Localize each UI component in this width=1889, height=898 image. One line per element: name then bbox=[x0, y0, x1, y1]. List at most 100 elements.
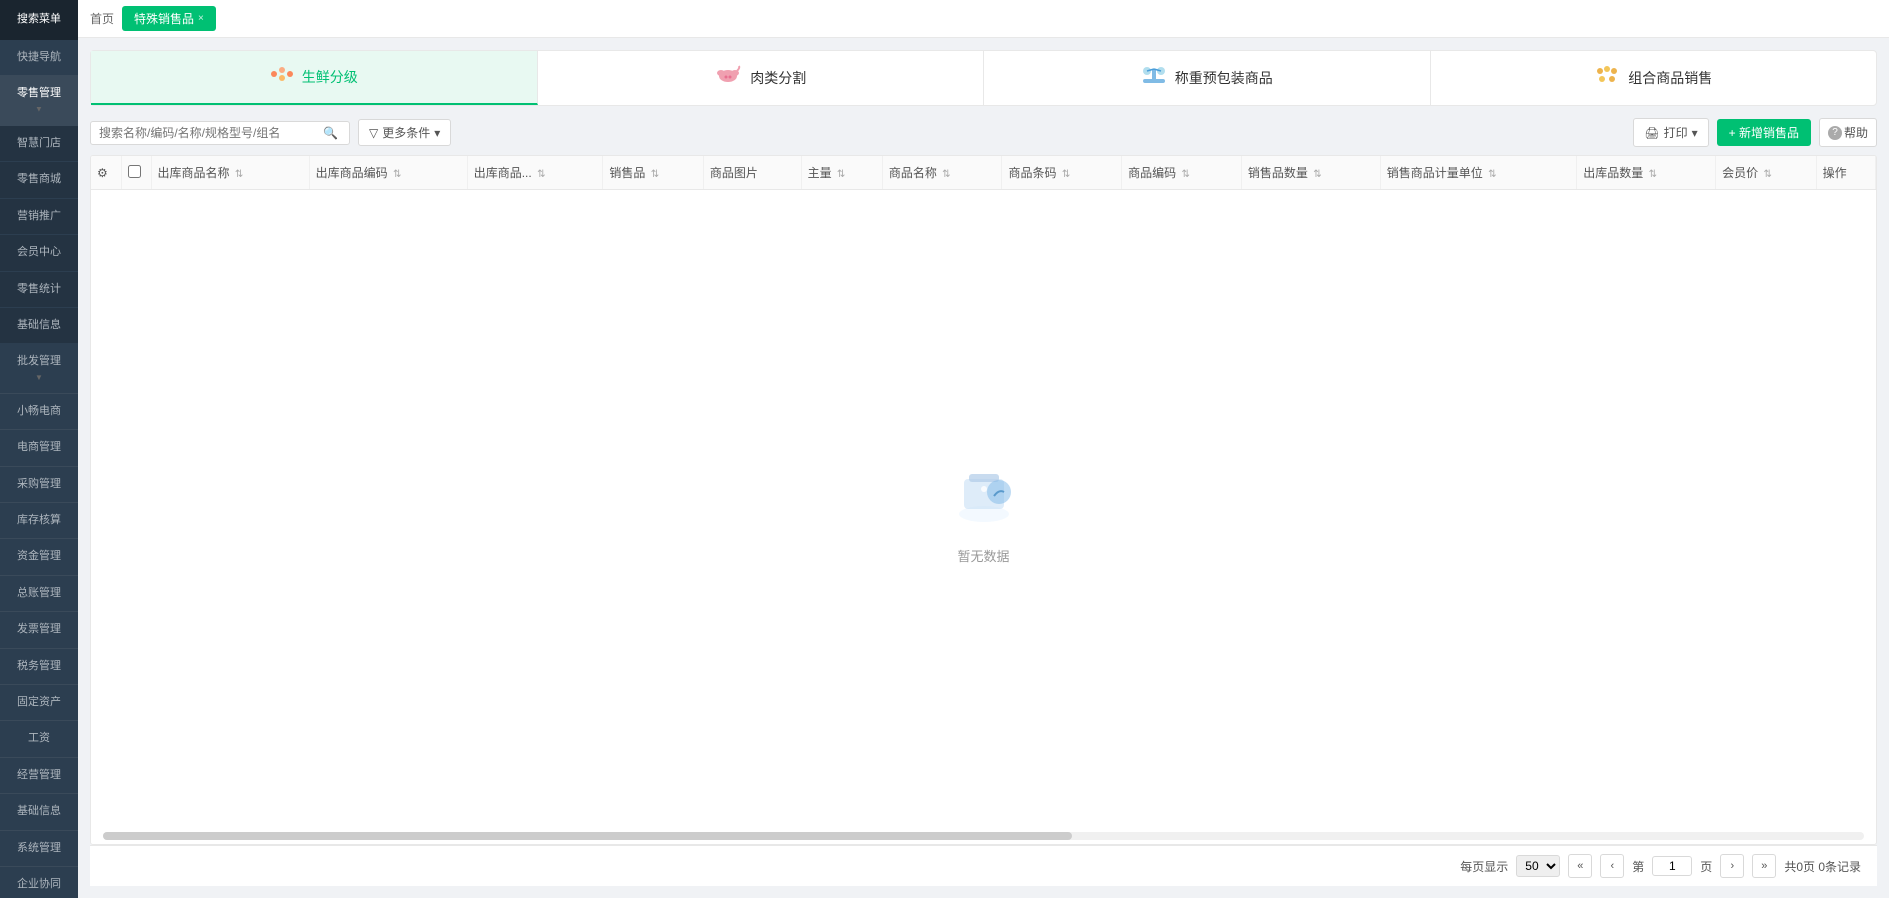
pagination: 每页显示 50 « ‹ 第 页 › » 共0页 0条记录 bbox=[90, 845, 1877, 886]
sidebar-item-ecom-mgmt[interactable]: 电商管理 bbox=[0, 430, 78, 466]
table-header-row: ⚙ 出库商品名称 ⇅ 出库商品编码 ⇅ 出库商品 bbox=[91, 156, 1876, 190]
sort-icon: ⇅ bbox=[837, 169, 845, 180]
chevron-down-icon: ▼ bbox=[35, 372, 43, 383]
sidebar-item-retail-mgmt[interactable]: 零售管理 ▲ bbox=[0, 76, 78, 126]
sort-icon: ⇅ bbox=[942, 169, 950, 180]
print-icon: 🖨 bbox=[1644, 126, 1659, 140]
page-label-suffix: 页 bbox=[1700, 858, 1712, 875]
sort-icon: ⇅ bbox=[1649, 169, 1657, 180]
sidebar-item-purchase[interactable]: 采购管理 bbox=[0, 467, 78, 503]
data-table-container: ⚙ 出库商品名称 ⇅ 出库商品编码 ⇅ 出库商品 bbox=[90, 155, 1877, 845]
print-label: 打印 bbox=[1664, 124, 1688, 141]
search-box[interactable]: 🔍 bbox=[90, 121, 350, 145]
col-out-product-code[interactable]: 出库商品编码 ⇅ bbox=[309, 156, 467, 190]
tab-meat-cut-label: 肉类分割 bbox=[750, 68, 806, 88]
col-product-image: 商品图片 bbox=[703, 156, 801, 190]
col-product-name[interactable]: 商品名称 ⇅ bbox=[882, 156, 1002, 190]
sidebar-item-tax[interactable]: 税务管理 bbox=[0, 649, 78, 685]
feature-tabs: 生鲜分级 肉类分割 bbox=[90, 50, 1877, 106]
tab-scale-prepack-label: 称重预包装商品 bbox=[1175, 68, 1273, 88]
active-tab-label: 特殊销售品 bbox=[134, 10, 194, 27]
sidebar-item-basic-info[interactable]: 基础信息 bbox=[0, 308, 78, 344]
tab-meat-cut[interactable]: 肉类分割 bbox=[538, 51, 985, 105]
col-checkbox[interactable] bbox=[121, 156, 151, 190]
total-info: 共0页 0条记录 bbox=[1784, 858, 1861, 875]
page-label-prefix: 第 bbox=[1632, 858, 1644, 875]
print-arrow-icon: ▾ bbox=[1692, 126, 1698, 140]
home-tab[interactable]: 首页 bbox=[90, 10, 114, 27]
sidebar-logo[interactable]: 搜索菜单 bbox=[0, 0, 78, 40]
search-icon: 🔍 bbox=[323, 126, 338, 140]
sidebar-item-ops-mgmt[interactable]: 经营管理 bbox=[0, 758, 78, 794]
page-number-input[interactable] bbox=[1652, 856, 1692, 876]
active-tab[interactable]: 特殊销售品 × bbox=[122, 6, 216, 31]
sidebar-item-payroll[interactable]: 工资 bbox=[0, 721, 78, 757]
sidebar-item-invoice[interactable]: 发票管理 bbox=[0, 612, 78, 648]
print-button[interactable]: 🖨 打印 ▾ bbox=[1633, 118, 1708, 147]
sidebar-item-fixed-assets[interactable]: 固定资产 bbox=[0, 685, 78, 721]
next-page-button[interactable]: › bbox=[1720, 854, 1744, 878]
col-member-price[interactable]: 会员价 ⇅ bbox=[1716, 156, 1816, 190]
sidebar-item-quick-nav[interactable]: 快捷导航 bbox=[0, 40, 78, 76]
sort-icon: ⇅ bbox=[1313, 169, 1321, 180]
col-out-product-info[interactable]: 出库商品... ⇅ bbox=[467, 156, 603, 190]
first-page-button[interactable]: « bbox=[1568, 854, 1592, 878]
tab-combo-sale[interactable]: 组合商品销售 bbox=[1431, 51, 1877, 105]
tab-fresh-grade[interactable]: 生鲜分级 bbox=[91, 51, 538, 105]
close-tab-icon[interactable]: × bbox=[198, 13, 204, 24]
add-button[interactable]: + 新增销售品 bbox=[1717, 119, 1811, 146]
sort-icon: ⇅ bbox=[1182, 169, 1190, 180]
freshgrade-icon bbox=[270, 65, 294, 89]
pig-icon bbox=[714, 65, 742, 91]
help-button[interactable]: ? 帮助 bbox=[1819, 118, 1877, 147]
col-product-code[interactable]: 商品编码 ⇅ bbox=[1122, 156, 1242, 190]
help-label: 帮助 bbox=[1844, 124, 1868, 141]
col-product-barcode[interactable]: 商品条码 ⇅ bbox=[1002, 156, 1122, 190]
filter-label: 更多条件 bbox=[382, 124, 430, 141]
search-input[interactable] bbox=[99, 126, 319, 140]
combo-icon bbox=[1594, 65, 1620, 91]
sidebar-item-general-ledger[interactable]: 总账管理 bbox=[0, 576, 78, 612]
data-table: ⚙ 出库商品名称 ⇅ 出库商品编码 ⇅ 出库商品 bbox=[91, 156, 1876, 190]
last-page-button[interactable]: » bbox=[1752, 854, 1776, 878]
add-label: + 新增销售品 bbox=[1729, 124, 1799, 141]
col-out-qty[interactable]: 出库品数量 ⇅ bbox=[1577, 156, 1716, 190]
per-page-select[interactable]: 50 bbox=[1516, 855, 1560, 877]
sort-icon: ⇅ bbox=[235, 169, 243, 180]
col-weight[interactable]: 主量 ⇅ bbox=[801, 156, 882, 190]
sidebar-item-basic-info2[interactable]: 基础信息 bbox=[0, 794, 78, 830]
sidebar-item-member[interactable]: 会员中心 bbox=[0, 235, 78, 271]
sidebar-item-promotion[interactable]: 营销推广 bbox=[0, 199, 78, 235]
sidebar-item-wholesale[interactable]: 批发管理 ▼ bbox=[0, 344, 78, 394]
empty-text: 暂无数据 bbox=[957, 546, 1009, 565]
page-content: 生鲜分级 肉类分割 bbox=[78, 38, 1889, 898]
sort-icon: ⇅ bbox=[651, 169, 659, 180]
sidebar-item-retail-stats[interactable]: 零售统计 bbox=[0, 272, 78, 308]
col-settings[interactable]: ⚙ bbox=[91, 156, 121, 190]
sidebar-item-mini-ecom[interactable]: 小畅电商 bbox=[0, 394, 78, 430]
toolbar: 🔍 ▽ 更多条件 ▾ 🖨 打印 ▾ + 新增销售品 ? bbox=[90, 118, 1877, 147]
empty-icon bbox=[944, 454, 1024, 534]
chevron-down-icon: ▲ bbox=[35, 104, 43, 115]
col-operation: 操作 bbox=[1816, 156, 1875, 190]
select-all-checkbox[interactable] bbox=[128, 165, 141, 178]
filter-button[interactable]: ▽ 更多条件 ▾ bbox=[358, 119, 451, 146]
horizontal-scrollbar[interactable] bbox=[103, 832, 1864, 840]
col-out-product-name[interactable]: 出库商品名称 ⇅ bbox=[151, 156, 309, 190]
col-sale-product[interactable]: 销售品 ⇅ bbox=[603, 156, 703, 190]
main-content: 首页 特殊销售品 × 生鲜分级 bbox=[78, 0, 1889, 898]
help-icon: ? bbox=[1828, 126, 1842, 140]
sidebar-item-smart-store[interactable]: 智慧门店 bbox=[0, 126, 78, 162]
tab-scale-prepack[interactable]: 称重预包装商品 bbox=[984, 51, 1431, 105]
sort-icon: ⇅ bbox=[393, 169, 401, 180]
sidebar-item-enterprise[interactable]: 企业协同 bbox=[0, 867, 78, 898]
col-sale-unit[interactable]: 销售商品计量单位 ⇅ bbox=[1380, 156, 1577, 190]
sidebar-item-finance[interactable]: 资金管理 bbox=[0, 539, 78, 575]
scrollbar-thumb[interactable] bbox=[103, 832, 1072, 840]
prev-page-button[interactable]: ‹ bbox=[1600, 854, 1624, 878]
sidebar-item-inventory[interactable]: 库存核算 bbox=[0, 503, 78, 539]
sidebar-item-retail-mall[interactable]: 零售商城 bbox=[0, 162, 78, 198]
sidebar-item-system[interactable]: 系统管理 bbox=[0, 831, 78, 867]
topbar: 首页 特殊销售品 × bbox=[78, 0, 1889, 38]
col-sale-qty[interactable]: 销售品数量 ⇅ bbox=[1241, 156, 1380, 190]
